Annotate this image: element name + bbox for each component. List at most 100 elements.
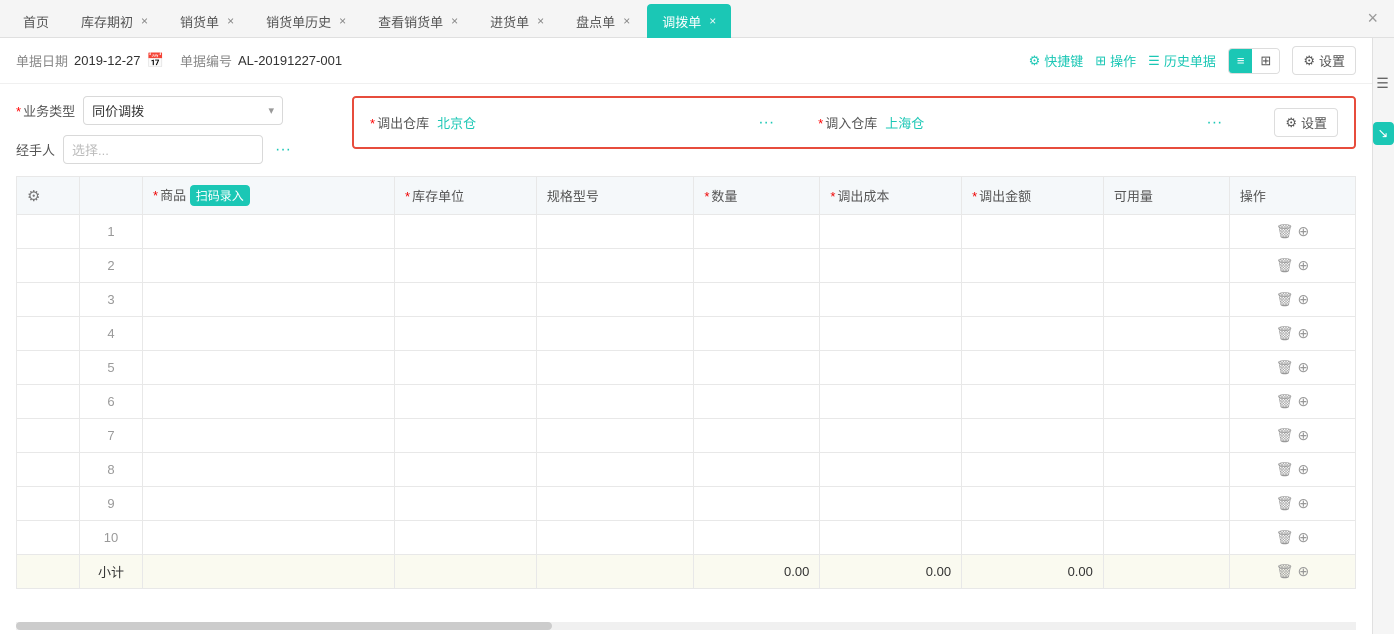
tab-view-sales-close[interactable]: ×: [451, 14, 458, 28]
amount-cell[interactable]: [962, 521, 1104, 555]
copy-icon[interactable]: ⊕: [1297, 257, 1309, 273]
qty-cell[interactable]: [694, 283, 820, 317]
cost-cell[interactable]: [820, 215, 962, 249]
copy-icon[interactable]: ⊕: [1297, 325, 1309, 341]
copy-icon[interactable]: ⊕: [1297, 563, 1309, 579]
tab-purchase-order[interactable]: 进货单 ×: [475, 4, 559, 38]
tab-transfer[interactable]: 调拨单 ×: [647, 4, 731, 38]
unit-cell[interactable]: [395, 419, 537, 453]
tab-sales-order-close[interactable]: ×: [227, 14, 234, 28]
operations-btn[interactable]: ⊞ 操作: [1095, 51, 1136, 70]
delete-icon[interactable]: 🗑: [1276, 257, 1294, 273]
product-cell[interactable]: [143, 283, 395, 317]
tab-inventory-init[interactable]: 库存期初 ×: [66, 4, 163, 38]
copy-icon[interactable]: ⊕: [1297, 461, 1309, 477]
product-cell[interactable]: [143, 351, 395, 385]
view-list-btn[interactable]: ≡: [1229, 49, 1253, 73]
copy-icon[interactable]: ⊕: [1297, 359, 1309, 375]
scan-entry-button[interactable]: 扫码录入: [190, 185, 250, 206]
history-docs-btn[interactable]: ☰ 历史单据: [1148, 51, 1216, 70]
settings-button[interactable]: ⚙ 设置: [1292, 46, 1356, 75]
amount-cell[interactable]: [962, 283, 1104, 317]
qty-cell[interactable]: [694, 385, 820, 419]
product-cell[interactable]: [143, 487, 395, 521]
sidebar-list-icon[interactable]: ☰: [1374, 54, 1394, 114]
product-cell[interactable]: [143, 453, 395, 487]
amount-cell[interactable]: [962, 317, 1104, 351]
product-cell[interactable]: [143, 521, 395, 555]
transfer-in-value[interactable]: 上海仓: [885, 113, 924, 132]
cost-cell[interactable]: [820, 283, 962, 317]
tab-inventory-check-close[interactable]: ×: [623, 14, 630, 28]
delete-icon[interactable]: 🗑: [1276, 291, 1294, 307]
qty-cell[interactable]: [694, 419, 820, 453]
copy-icon[interactable]: ⊕: [1297, 393, 1309, 409]
tab-home[interactable]: 首页: [8, 4, 64, 38]
spec-cell[interactable]: [536, 419, 694, 453]
delete-icon[interactable]: 🗑: [1276, 359, 1294, 375]
cost-cell[interactable]: [820, 453, 962, 487]
tab-view-sales[interactable]: 查看销货单 ×: [363, 4, 473, 38]
copy-icon[interactable]: ⊕: [1297, 529, 1309, 545]
product-cell[interactable]: [143, 215, 395, 249]
unit-cell[interactable]: [395, 249, 537, 283]
spec-cell[interactable]: [536, 351, 694, 385]
delete-icon[interactable]: 🗑: [1276, 223, 1294, 239]
cost-cell[interactable]: [820, 385, 962, 419]
sidebar-expand-btn[interactable]: ↗: [1373, 122, 1394, 145]
spec-cell[interactable]: [536, 317, 694, 351]
delete-icon[interactable]: 🗑: [1276, 529, 1294, 545]
copy-icon[interactable]: ⊕: [1297, 495, 1309, 511]
copy-icon[interactable]: ⊕: [1297, 223, 1309, 239]
spec-cell[interactable]: [536, 453, 694, 487]
qty-cell[interactable]: [694, 317, 820, 351]
calendar-icon[interactable]: 📅: [147, 52, 164, 69]
qty-cell[interactable]: [694, 521, 820, 555]
shortcuts-btn[interactable]: ⚙ 快捷键: [1029, 51, 1084, 70]
qty-cell[interactable]: [694, 215, 820, 249]
handler-input[interactable]: 选择...: [63, 135, 263, 164]
tab-inventory-check[interactable]: 盘点单 ×: [561, 4, 645, 38]
cost-cell[interactable]: [820, 487, 962, 521]
cost-cell[interactable]: [820, 521, 962, 555]
unit-cell[interactable]: [395, 215, 537, 249]
unit-cell[interactable]: [395, 521, 537, 555]
cost-cell[interactable]: [820, 419, 962, 453]
amount-cell[interactable]: [962, 215, 1104, 249]
unit-cell[interactable]: [395, 453, 537, 487]
amount-cell[interactable]: [962, 385, 1104, 419]
delete-icon[interactable]: 🗑: [1276, 427, 1294, 443]
amount-cell[interactable]: [962, 249, 1104, 283]
tab-sales-history-close[interactable]: ×: [339, 14, 346, 28]
amount-cell[interactable]: [962, 351, 1104, 385]
product-cell[interactable]: [143, 317, 395, 351]
copy-icon[interactable]: ⊕: [1297, 291, 1309, 307]
delete-icon[interactable]: 🗑: [1276, 461, 1294, 477]
window-close-button[interactable]: ×: [1359, 4, 1386, 33]
handler-more-btn[interactable]: ···: [271, 141, 295, 159]
product-cell[interactable]: [143, 385, 395, 419]
business-type-input[interactable]: 同价调拨 ▾: [83, 96, 283, 125]
spec-cell[interactable]: [536, 385, 694, 419]
transfer-out-more-btn[interactable]: ···: [754, 114, 778, 132]
amount-cell[interactable]: [962, 487, 1104, 521]
spec-cell[interactable]: [536, 283, 694, 317]
product-cell[interactable]: [143, 419, 395, 453]
delete-icon[interactable]: 🗑: [1276, 325, 1294, 341]
gear-icon[interactable]: ⚙: [27, 188, 40, 205]
tab-purchase-order-close[interactable]: ×: [537, 14, 544, 28]
product-cell[interactable]: [143, 249, 395, 283]
amount-cell[interactable]: [962, 419, 1104, 453]
qty-cell[interactable]: [694, 487, 820, 521]
unit-cell[interactable]: [395, 385, 537, 419]
tab-sales-order[interactable]: 销货单 ×: [165, 4, 249, 38]
qty-cell[interactable]: [694, 351, 820, 385]
amount-cell[interactable]: [962, 453, 1104, 487]
cost-cell[interactable]: [820, 317, 962, 351]
delete-icon[interactable]: 🗑: [1276, 495, 1294, 511]
box-settings-button[interactable]: ⚙ 设置: [1274, 108, 1338, 137]
unit-cell[interactable]: [395, 351, 537, 385]
view-grid-btn[interactable]: ⊞: [1252, 49, 1279, 73]
transfer-in-more-btn[interactable]: ···: [1202, 114, 1226, 132]
delete-icon[interactable]: 🗑: [1276, 563, 1294, 579]
